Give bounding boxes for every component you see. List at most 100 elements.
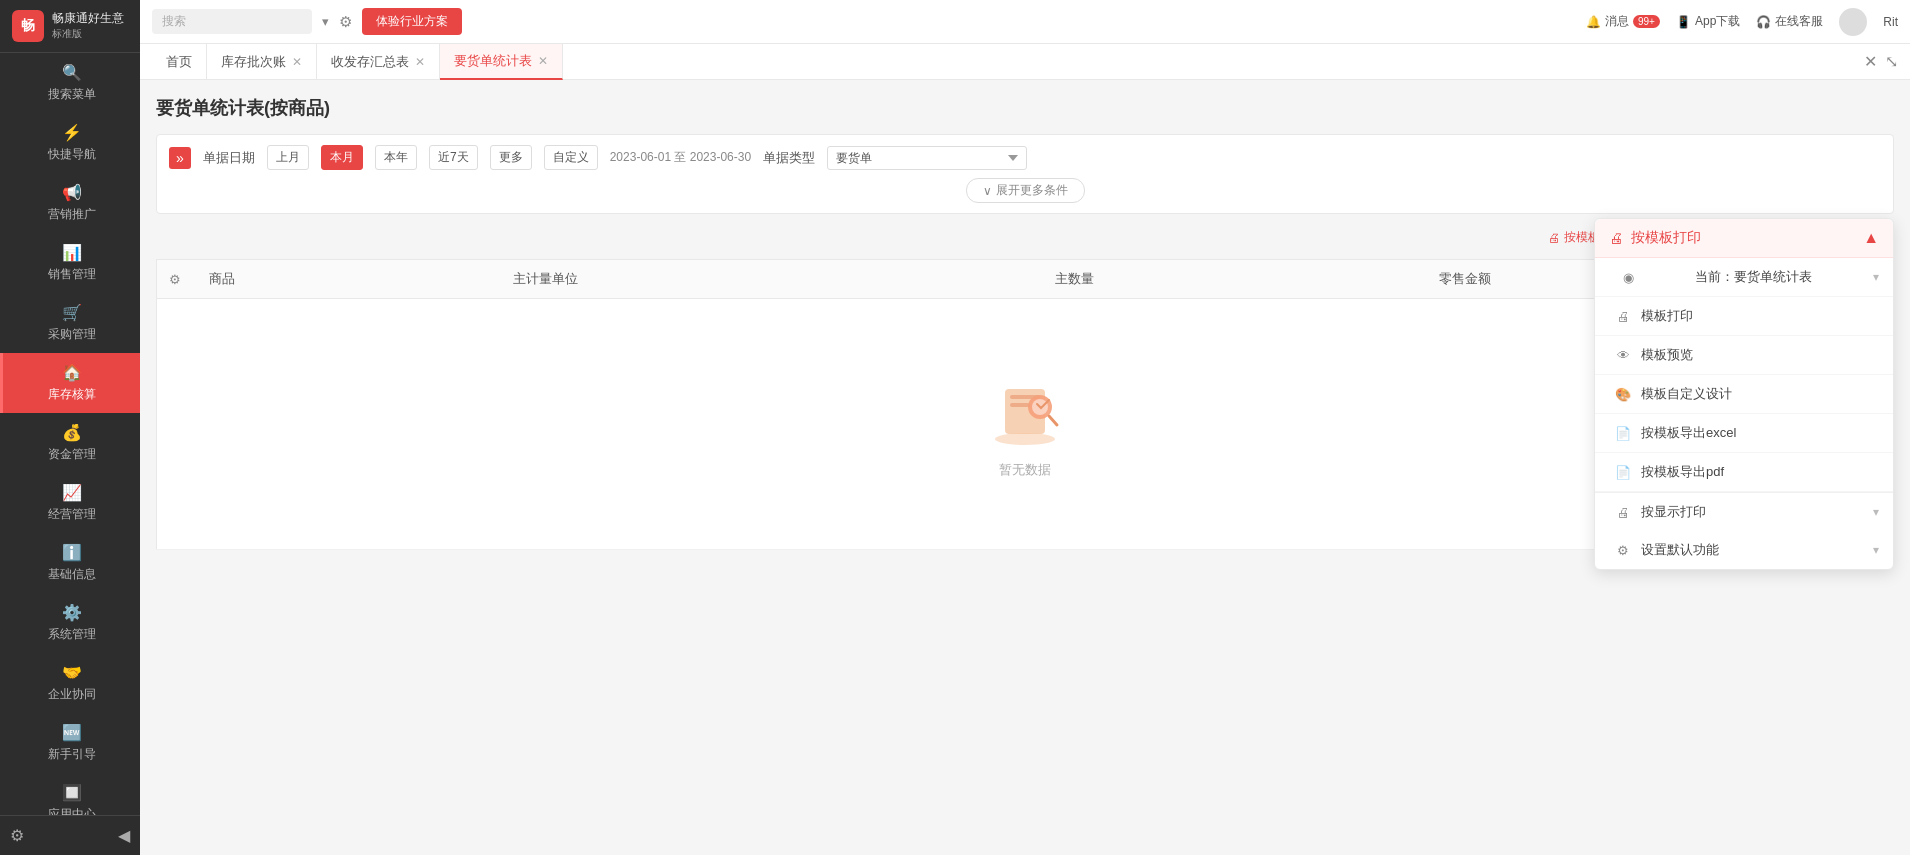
- apps-icon: 🔲: [62, 783, 82, 802]
- marketing-icon: 📢: [62, 183, 82, 202]
- empty-illustration: [975, 369, 1075, 449]
- date-btn-prev[interactable]: 上月: [267, 145, 309, 170]
- tab-receipt-summary[interactable]: 收发存汇总表 ✕: [317, 44, 440, 80]
- main-content: 搜索 ▾ ⚙ 体验行业方案 🔔 消息 99+ 📱 App下载 🎧 在线客服 Ri…: [140, 0, 1910, 855]
- window-close-btn[interactable]: ✕: [1864, 52, 1877, 71]
- download-icon: 📱: [1676, 15, 1691, 29]
- sidebar-item-search[interactable]: 🔍 搜索菜单: [0, 53, 140, 113]
- user-avatar[interactable]: [1839, 8, 1867, 36]
- sidebar-item-purchase[interactable]: 🛒 采购管理: [0, 293, 140, 353]
- search-icon: 🔍: [62, 63, 82, 82]
- date-btn-curr[interactable]: 本月: [321, 145, 363, 170]
- display-print-label: 按显示打印: [1641, 503, 1706, 521]
- topbar-actions: 🔔 消息 99+ 📱 App下载 🎧 在线客服 Rit: [1586, 8, 1898, 36]
- sidebar-settings-btn[interactable]: ⚙: [10, 826, 24, 845]
- dropdown-display-print[interactable]: 🖨 按显示打印 ▾: [1595, 493, 1893, 531]
- type-filter-select[interactable]: 要货单: [827, 146, 1027, 170]
- sidebar: 畅 畅康通好生意 标准版 🔍 搜索菜单 ⚡ 快捷导航 📢 营销推广 📊 销售管理…: [0, 0, 140, 855]
- default-fn-label: 设置默认功能: [1641, 541, 1719, 559]
- gear-icon: ⚙️: [62, 603, 82, 622]
- topbar-gear-icon[interactable]: ⚙: [339, 13, 352, 31]
- date-btn-custom[interactable]: 自定义: [544, 145, 598, 170]
- search-dropdown-icon[interactable]: ▾: [322, 14, 329, 29]
- pdf-icon: 📄: [1615, 465, 1631, 480]
- bell-icon: 🔔: [1586, 15, 1601, 29]
- sidebar-item-guide[interactable]: 🆕 新手引导: [0, 713, 140, 773]
- sidebar-item-sales[interactable]: 📊 销售管理: [0, 233, 140, 293]
- dropdown-current-item: ◉ 当前：要货单统计表 ▾: [1595, 258, 1893, 297]
- dropdown-item-template-preview[interactable]: 👁 模板预览: [1595, 336, 1893, 375]
- default-fn-arrow: ▾: [1873, 543, 1879, 557]
- display-print-icon: 🖨: [1615, 505, 1631, 520]
- filter-expand-row: ∨ 展开更多条件: [169, 178, 1881, 203]
- sidebar-item-label: 基础信息: [48, 566, 96, 583]
- dropdown-header: 🖨 按模板打印 ▲: [1595, 219, 1893, 258]
- sidebar-item-label: 企业协同: [48, 686, 96, 703]
- dropdown-close-btn[interactable]: ▲: [1863, 229, 1879, 247]
- sidebar-item-label: 应用中心: [48, 806, 96, 815]
- app-logo-icon: 畅: [12, 10, 44, 42]
- print-dropdown-panel: 🖨 按模板打印 ▲ ◉ 当前：要货单统计表 ▾ 🖨 模板打印 👁 模板预览 🎨: [1594, 218, 1894, 570]
- sidebar-item-label: 搜索菜单: [48, 86, 96, 103]
- app-title: 畅康通好生意: [52, 11, 124, 27]
- default-fn-icon: ⚙: [1615, 543, 1631, 558]
- online-service-btn[interactable]: 🎧 在线客服: [1756, 13, 1823, 30]
- dropdown-item-template-print[interactable]: 🖨 模板打印: [1595, 297, 1893, 336]
- sidebar-item-system[interactable]: ⚙️ 系统管理: [0, 593, 140, 653]
- current-indicator: ◉: [1623, 270, 1634, 285]
- dropdown-title: 按模板打印: [1631, 229, 1701, 247]
- message-btn[interactable]: 🔔 消息 99+: [1586, 13, 1660, 30]
- printer-icon: 🖨: [1548, 231, 1560, 245]
- operation-icon: 📈: [62, 483, 82, 502]
- sidebar-item-apps[interactable]: 🔲 应用中心: [0, 773, 140, 815]
- date-btn-more[interactable]: 更多: [490, 145, 532, 170]
- sidebar-item-label: 销售管理: [48, 266, 96, 283]
- tab-window-controls: ✕ ⤡: [1864, 52, 1910, 71]
- tab-close-order[interactable]: ✕: [538, 54, 548, 68]
- filter-row-1: » 单据日期 上月 本月 本年 近7天 更多 自定义 2023-06-01 至 …: [169, 145, 1881, 170]
- design-icon: 🎨: [1615, 387, 1631, 402]
- display-print-arrow: ▾: [1873, 505, 1879, 519]
- dropdown-item-export-pdf[interactable]: 📄 按模板导出pdf: [1595, 453, 1893, 492]
- tab-batch-account[interactable]: 库存批次账 ✕: [207, 44, 317, 80]
- date-btn-year[interactable]: 本年: [375, 145, 417, 170]
- sidebar-item-label: 营销推广: [48, 206, 96, 223]
- print-icon: 🖨: [1615, 309, 1631, 324]
- tab-order-stats[interactable]: 要货单统计表 ✕: [440, 44, 563, 80]
- dropdown-item-template-design[interactable]: 🎨 模板自定义设计: [1595, 375, 1893, 414]
- sidebar-item-marketing[interactable]: 📢 营销推广: [0, 173, 140, 233]
- tab-close-batch[interactable]: ✕: [292, 55, 302, 69]
- tab-close-receipt[interactable]: ✕: [415, 55, 425, 69]
- dropdown-default-fn[interactable]: ⚙ 设置默认功能 ▾: [1595, 531, 1893, 569]
- col-qty: 主数量: [1043, 260, 1427, 299]
- filter-expand-btn[interactable]: »: [169, 147, 191, 169]
- app-download-btn[interactable]: 📱 App下载: [1676, 13, 1740, 30]
- expand-more-btn[interactable]: ∨ 展开更多条件: [966, 178, 1085, 203]
- industry-btn[interactable]: 体验行业方案: [362, 8, 462, 35]
- sidebar-item-label: 经营管理: [48, 506, 96, 523]
- sidebar-item-collab[interactable]: 🤝 企业协同: [0, 653, 140, 713]
- date-btn-7days[interactable]: 近7天: [429, 145, 478, 170]
- finance-icon: 💰: [62, 423, 82, 442]
- window-maximize-btn[interactable]: ⤡: [1885, 52, 1898, 71]
- headset-icon: 🎧: [1756, 15, 1771, 29]
- col-settings[interactable]: ⚙: [157, 260, 197, 299]
- sidebar-collapse-btn[interactable]: ◀: [118, 826, 130, 845]
- sidebar-item-inventory[interactable]: 🏠 库存核算: [0, 353, 140, 413]
- sidebar-item-label: 资金管理: [48, 446, 96, 463]
- export-pdf-label: 按模板导出pdf: [1641, 463, 1724, 481]
- date-range-display: 2023-06-01 至 2023-06-30: [610, 149, 751, 166]
- tab-home[interactable]: 首页: [152, 44, 207, 80]
- sidebar-item-label: 采购管理: [48, 326, 96, 343]
- sidebar-item-quick-nav[interactable]: ⚡ 快捷导航: [0, 113, 140, 173]
- current-dropdown-arrow: ▾: [1873, 270, 1879, 284]
- sidebar-item-basic[interactable]: ℹ️ 基础信息: [0, 533, 140, 593]
- svg-rect-3: [1010, 403, 1030, 407]
- sidebar-item-label: 库存核算: [48, 386, 96, 403]
- sidebar-item-finance[interactable]: 💰 资金管理: [0, 413, 140, 473]
- sidebar-item-operation[interactable]: 📈 经营管理: [0, 473, 140, 533]
- username-label: Rit: [1883, 15, 1898, 29]
- dropdown-item-export-excel[interactable]: 📄 按模板导出excel: [1595, 414, 1893, 453]
- table-settings-icon[interactable]: ⚙: [169, 272, 181, 287]
- info-icon: ℹ️: [62, 543, 82, 562]
